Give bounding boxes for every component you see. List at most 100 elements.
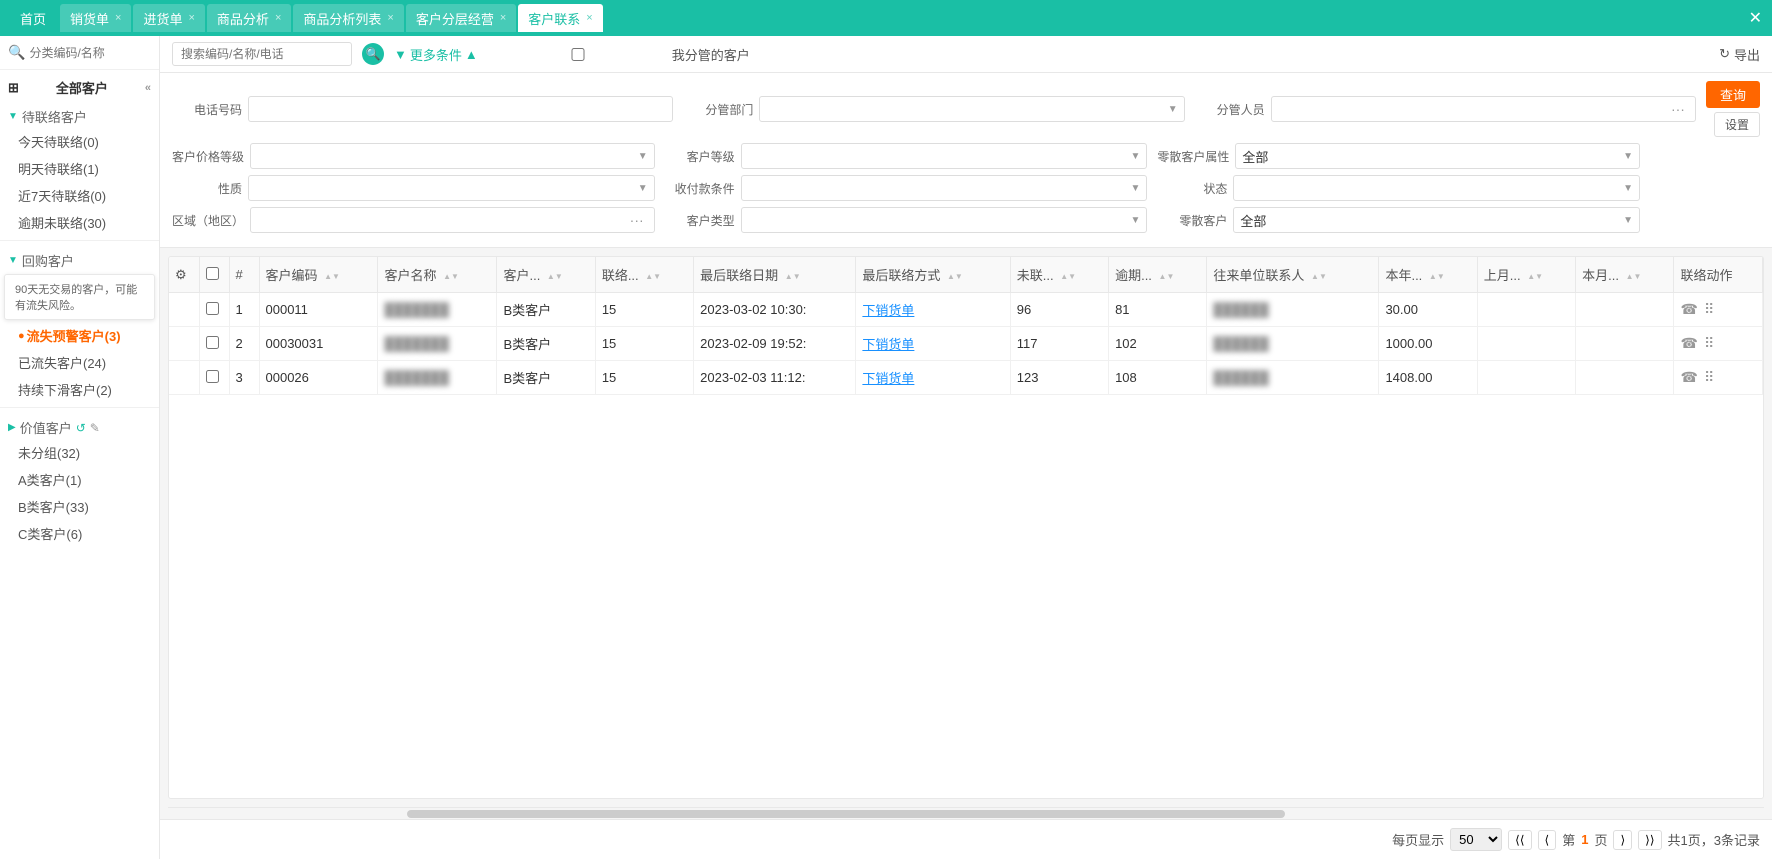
row-checkbox[interactable]: [206, 370, 219, 383]
zero-customer-field: 零散客户 全部 ▼: [1157, 207, 1640, 233]
status-select[interactable]: ▼: [1233, 175, 1640, 201]
sidebar-item-ungrouped[interactable]: 未分组(32): [0, 439, 159, 466]
col-name[interactable]: 客户名称 ▲▼: [378, 257, 497, 293]
sidebar-item-lost-warning[interactable]: ● 流失预警客户(3): [0, 322, 159, 349]
contact-icon[interactable]: ☎: [1680, 369, 1697, 386]
sidebar-item-overdue[interactable]: 逾期未联络(30): [0, 209, 159, 236]
customer-type-select[interactable]: ▼: [741, 207, 1148, 233]
all-customers-header[interactable]: ⊞ 全部客户 «: [0, 70, 159, 101]
my-customers-checkbox-label[interactable]: 我分管的客户: [488, 45, 750, 64]
export-icon: ↻: [1719, 46, 1730, 62]
phone-input[interactable]: [248, 96, 673, 122]
row-action: ☎ ⠿: [1674, 327, 1763, 361]
more-dots-icon[interactable]: ···: [626, 212, 648, 228]
sidebar-item-7days[interactable]: 近7天待联络(0): [0, 182, 159, 209]
chevron-down-icon: ▼: [638, 183, 648, 194]
query-button[interactable]: 查询: [1706, 81, 1760, 108]
zero-customer-select[interactable]: 全部 ▼: [1233, 207, 1640, 233]
col-last-date[interactable]: 最后联络日期 ▲▼: [694, 257, 856, 293]
close-icon[interactable]: ×: [586, 12, 592, 24]
sidebar-item-class-a[interactable]: A类客户(1): [0, 466, 159, 493]
nav-tab-purchase[interactable]: 进货单 ×: [133, 4, 204, 32]
col-last-month[interactable]: 上月... ▲▼: [1477, 257, 1575, 293]
close-icon[interactable]: ×: [115, 12, 121, 24]
nav-home[interactable]: 首页: [8, 0, 58, 36]
contact-icon[interactable]: ☎: [1680, 335, 1697, 352]
row-uncontacted: 117: [1010, 327, 1108, 361]
col-uncontacted[interactable]: 未联... ▲▼: [1010, 257, 1108, 293]
sidebar-item-tomorrow[interactable]: 明天待联络(1): [0, 155, 159, 182]
my-customers-checkbox[interactable]: [488, 48, 668, 61]
nav-tab-sales[interactable]: 销货单 ×: [60, 4, 131, 32]
refresh-icon[interactable]: ↺: [76, 421, 86, 435]
row-code: 000011: [259, 293, 378, 327]
col-code[interactable]: 客户编码 ▲▼: [259, 257, 378, 293]
row-this-month: [1576, 327, 1674, 361]
collapse-icon[interactable]: «: [145, 82, 151, 94]
dept-select[interactable]: ▼: [759, 96, 1184, 122]
nav-tab-analysis-list[interactable]: 商品分析列表 ×: [293, 4, 403, 32]
row-last-method[interactable]: 下销货单: [856, 327, 1010, 361]
edit-icon[interactable]: ✎: [90, 421, 100, 435]
close-icon[interactable]: ×: [387, 12, 393, 24]
col-checkbox[interactable]: [199, 257, 229, 293]
zero-attr-select[interactable]: 全部 ▼: [1235, 143, 1640, 169]
area-field: 区域（地区） ···: [172, 207, 655, 233]
close-icon[interactable]: ×: [275, 12, 281, 24]
sidebar-item-today[interactable]: 今天待联络(0): [0, 128, 159, 155]
value-customers-group[interactable]: ▶ 价值客户 ↺ ✎: [0, 412, 159, 439]
horizontal-scrollbar[interactable]: [168, 807, 1764, 819]
window-close-button[interactable]: ✕: [1749, 8, 1762, 28]
contact-icon[interactable]: ☎: [1680, 301, 1697, 318]
payment-select[interactable]: ▼: [741, 175, 1148, 201]
row-checkbox-cell[interactable]: [199, 293, 229, 327]
more-dots-icon[interactable]: ···: [1667, 101, 1689, 117]
select-all-checkbox[interactable]: [206, 267, 219, 280]
next-page-button[interactable]: ⟩: [1613, 830, 1632, 850]
nav-tab-customer-contact[interactable]: 客户联系 ×: [518, 4, 602, 32]
col-unit-contact[interactable]: 往来单位联系人 ▲▼: [1207, 257, 1379, 293]
col-this-year[interactable]: 本年... ▲▼: [1379, 257, 1477, 293]
row-checkbox[interactable]: [206, 302, 219, 315]
area-select[interactable]: ···: [250, 207, 655, 233]
customer-level-select[interactable]: ▼: [741, 143, 1148, 169]
col-this-month[interactable]: 本月... ▲▼: [1576, 257, 1674, 293]
settings-button[interactable]: 设置: [1714, 112, 1760, 137]
close-icon[interactable]: ×: [188, 12, 194, 24]
col-last-method[interactable]: 最后联络方式 ▲▼: [856, 257, 1010, 293]
more-conditions-button[interactable]: ▼ 更多条件 ▲: [394, 45, 478, 64]
close-icon[interactable]: ×: [500, 12, 506, 24]
per-page-select[interactable]: 50 100 200: [1450, 828, 1502, 851]
col-settings[interactable]: ⚙: [169, 257, 199, 293]
row-last-method[interactable]: 下销货单: [856, 293, 1010, 327]
prev-page-button[interactable]: ⟨: [1538, 830, 1557, 850]
more-action-icon[interactable]: ⠿: [1704, 335, 1714, 352]
first-page-button[interactable]: ⟨⟨: [1508, 830, 1531, 850]
sidebar-search-input[interactable]: [29, 46, 151, 60]
export-button[interactable]: ↻ 导出: [1719, 45, 1760, 64]
scrollbar-thumb[interactable]: [407, 810, 1285, 818]
row-checkbox-cell[interactable]: [199, 327, 229, 361]
sidebar-item-class-b[interactable]: B类客户(33): [0, 493, 159, 520]
row-checkbox[interactable]: [206, 336, 219, 349]
search-button[interactable]: 🔍: [362, 43, 384, 65]
sidebar-item-class-c[interactable]: C类客户(6): [0, 520, 159, 547]
row-last-method[interactable]: 下销货单: [856, 361, 1010, 395]
person-select[interactable]: ···: [1271, 96, 1696, 122]
nav-tab-analysis[interactable]: 商品分析 ×: [207, 4, 291, 32]
row-checkbox-cell[interactable]: [199, 361, 229, 395]
col-overdue[interactable]: 逾期... ▲▼: [1109, 257, 1207, 293]
price-level-select[interactable]: ▼: [250, 143, 655, 169]
last-page-button[interactable]: ⟩⟩: [1638, 830, 1661, 850]
more-action-icon[interactable]: ⠿: [1704, 301, 1714, 318]
search-input[interactable]: [172, 42, 352, 66]
sidebar-item-already-lost[interactable]: 已流失客户(24): [0, 349, 159, 376]
pending-contact-group[interactable]: ▼ 待联络客户: [0, 101, 159, 128]
more-action-icon[interactable]: ⠿: [1704, 369, 1714, 386]
gender-select[interactable]: ▼: [248, 175, 655, 201]
col-type[interactable]: 客户... ▲▼: [497, 257, 595, 293]
nav-tab-customer-tier[interactable]: 客户分层经营 ×: [406, 4, 516, 32]
col-contact[interactable]: 联络... ▲▼: [595, 257, 693, 293]
sidebar-item-declining[interactable]: 持续下滑客户(2): [0, 376, 159, 403]
lost-customers-group[interactable]: ▼ 回购客户: [0, 245, 159, 272]
